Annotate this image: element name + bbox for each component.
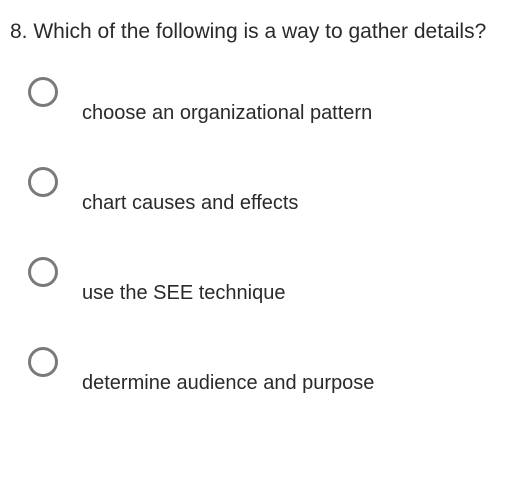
option-label: determine audience and purpose [82,372,374,395]
question-body: Which of the following is a way to gathe… [33,20,486,43]
option-row[interactable]: use the SEE technique [28,265,496,295]
option-row[interactable]: choose an organizational pattern [28,85,496,115]
radio-icon[interactable] [28,167,58,197]
radio-icon[interactable] [28,347,58,377]
option-label: chart causes and effects [82,192,298,215]
options-list: choose an organizational pattern chart c… [10,85,496,385]
radio-icon[interactable] [28,257,58,287]
option-row[interactable]: chart causes and effects [28,175,496,205]
option-label: use the SEE technique [82,282,285,305]
option-row[interactable]: determine audience and purpose [28,355,496,385]
radio-icon[interactable] [28,77,58,107]
question-number: 8. [10,20,28,43]
option-label: choose an organizational pattern [82,102,372,125]
question-text: 8. Which of the following is a way to ga… [10,18,496,45]
